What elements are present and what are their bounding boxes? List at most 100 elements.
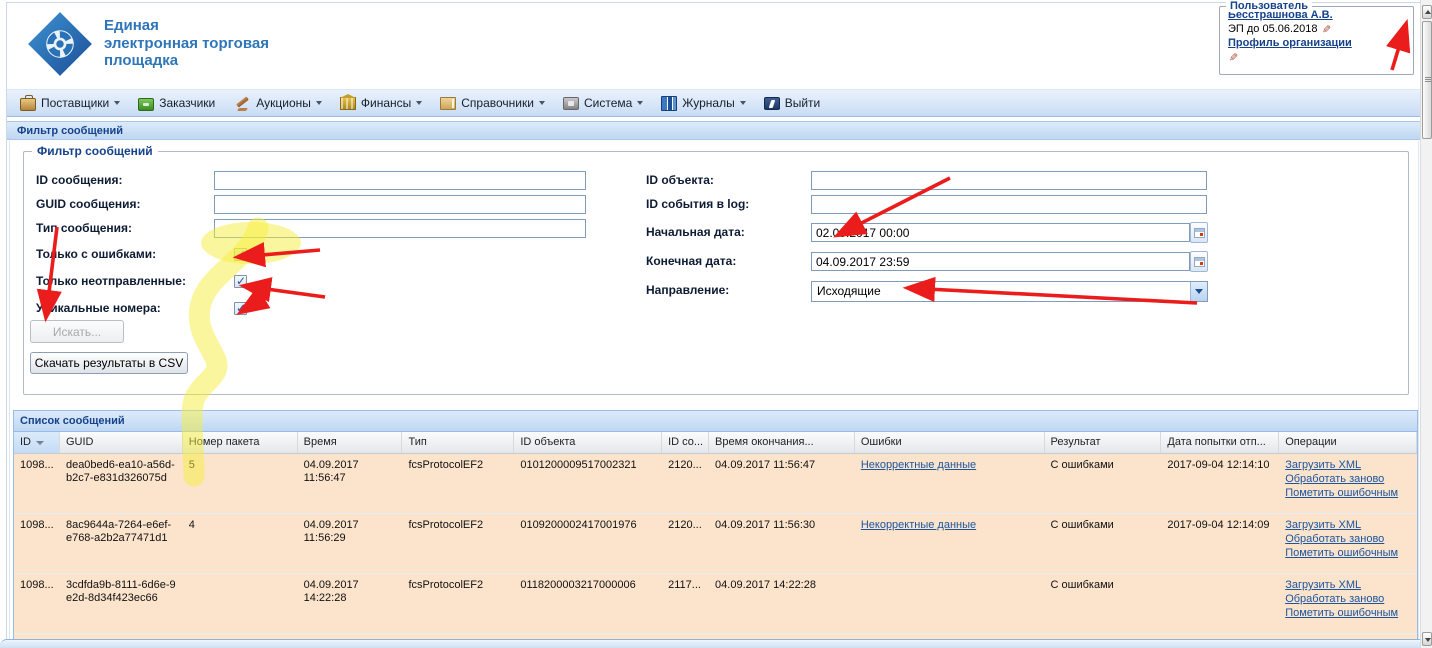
only-unsent-checkbox[interactable] (234, 274, 247, 288)
mark-error-link[interactable]: Пометить ошибочным (1285, 607, 1411, 620)
column-header-guid[interactable]: GUID (60, 432, 183, 453)
reprocess-link[interactable]: Обработать заново (1285, 533, 1411, 546)
chevron-down-icon (637, 101, 644, 105)
cell-guid: 3cdfda9b-8111-6d6e-9e2d-8d34f423ec66 (65, 579, 176, 604)
mark-error-link[interactable]: Пометить ошибочным (1285, 547, 1411, 560)
scrollbar-thumb[interactable] (1422, 21, 1432, 139)
briefcase-green-icon (138, 97, 155, 111)
menu-item-system[interactable]: Система (554, 92, 652, 114)
cell-attempt-date (1161, 574, 1279, 633)
calendar-icon (1193, 227, 1205, 238)
cell-object-id: 0118200003217000006 (520, 579, 636, 591)
bottom-window-edge (0, 639, 1421, 648)
column-header-id-so[interactable]: ID со... (662, 432, 710, 453)
exit-icon (763, 97, 780, 110)
menu-item-logout[interactable]: Выйти (755, 92, 832, 114)
column-header-result[interactable]: Результат (1045, 432, 1162, 453)
chevron-down-icon (416, 101, 423, 105)
reprocess-link[interactable]: Обработать заново (1285, 473, 1411, 486)
cell-type: fcsProtocolEF2 (408, 459, 484, 471)
menu-item-journals[interactable]: Журналы (652, 92, 754, 114)
menu-item-suppliers[interactable]: Поставщики (11, 92, 129, 114)
column-header-operations[interactable]: Операции (1279, 432, 1417, 453)
reprocess-link[interactable]: Обработать заново (1285, 593, 1411, 606)
menu-item-finance[interactable]: Финансы (331, 92, 431, 114)
direction-label: Направление: (646, 283, 730, 297)
scroll-up-button[interactable] (1422, 5, 1432, 19)
scroll-down-button[interactable] (1422, 632, 1432, 646)
log-event-id-label: ID события в log: (646, 197, 750, 211)
gavel-icon (235, 96, 251, 111)
cell-type: fcsProtocolEF2 (408, 519, 484, 531)
user-panel-legend: Пользователь (1226, 0, 1313, 12)
menu-item-customers[interactable]: Заказчики (129, 92, 226, 114)
table-row: 1098... dea0bed6-ea10-a56d-b2c7-e831d326… (14, 454, 1417, 514)
signature-expiry: ЭП до 05.06.2018 (1228, 23, 1318, 35)
end-date-input[interactable] (811, 252, 1190, 271)
unique-numbers-checkbox[interactable] (234, 301, 247, 315)
select-trigger-button[interactable] (1190, 282, 1207, 301)
menu-item-auctions[interactable]: Аукционы (226, 92, 331, 114)
column-header-errors[interactable]: Ошибки (855, 432, 1045, 453)
mark-error-link[interactable]: Пометить ошибочным (1285, 487, 1411, 500)
object-id-input[interactable] (811, 171, 1207, 190)
log-event-id-input[interactable] (811, 195, 1207, 214)
only-errors-label: Только с ошибками: (36, 247, 157, 261)
cell-object-id: 0101200009517002321 (520, 459, 637, 471)
menu-item-directories[interactable]: Справочники (431, 92, 554, 114)
load-xml-link[interactable]: Загрузить XML (1285, 459, 1411, 472)
messages-panel: Список сообщений ID GUID Номер пакета Вр… (13, 410, 1418, 648)
chevron-down-icon (114, 101, 121, 105)
column-header-type[interactable]: Тип (402, 432, 515, 453)
org-profile-link[interactable]: Профиль организации (1228, 37, 1352, 49)
cell-time: 04.09.2017 11:56:47 (303, 459, 359, 484)
message-guid-input[interactable] (214, 195, 586, 214)
edit-pen-icon[interactable]: ✎ (1319, 24, 1331, 33)
vertical-scrollbar[interactable] (1420, 0, 1432, 648)
load-xml-link[interactable]: Загрузить XML (1285, 579, 1411, 592)
user-panel: Пользователь Бесстрашнова А.В. ЭП до 05.… (1219, 0, 1414, 75)
cell-id: 1098... (20, 579, 54, 591)
cell-result: С ошибками (1050, 519, 1114, 531)
message-guid-label: GUID сообщения: (36, 197, 141, 211)
cell-end-time: 04.09.2017 14:22:28 (715, 579, 816, 591)
start-date-input[interactable] (811, 223, 1190, 242)
arrow-down-icon (1425, 638, 1431, 642)
column-header-object-id[interactable]: ID объекта (514, 432, 663, 453)
column-header-end-time[interactable]: Время окончания... (709, 432, 855, 453)
unique-numbers-label: Уникальные номера: (36, 301, 161, 315)
filter-fieldset: Фильтр сообщений ID сообщения: GUID сооб… (23, 144, 1409, 395)
column-header-time[interactable]: Время (298, 432, 403, 453)
cell-attempt-date: 2017-09-04 12:14:10 (1167, 459, 1270, 471)
chevron-down-icon (538, 101, 545, 105)
load-xml-link[interactable]: Загрузить XML (1285, 519, 1411, 532)
message-type-input[interactable] (214, 219, 586, 238)
search-button[interactable]: Искать... (30, 320, 124, 343)
start-date-calendar-button[interactable] (1190, 222, 1208, 243)
cell-id: 1098... (20, 519, 54, 531)
errors-link[interactable]: Некорректные данные (861, 459, 976, 471)
direction-select[interactable]: Исходящие (811, 281, 1208, 302)
cell-guid: dea0bed6-ea10-a56d-b2c7-e831d326075d (65, 459, 175, 484)
cell-package: 4 (188, 519, 195, 531)
cell-id-so: 2120... (668, 519, 702, 531)
start-date-label: Начальная дата: (646, 225, 745, 239)
edit-pen-icon[interactable]: ✎ (1227, 52, 1239, 61)
column-header-id[interactable]: ID (14, 432, 60, 453)
download-csv-button[interactable]: Скачать результаты в CSV (30, 352, 188, 374)
arrow-up-icon (1425, 10, 1431, 14)
end-date-label: Конечная дата: (646, 254, 737, 268)
message-type-label: Тип сообщения: (36, 221, 132, 235)
column-header-package[interactable]: Номер пакета (183, 432, 298, 453)
errors-link[interactable]: Некорректные данные (861, 519, 976, 531)
column-header-attempt-date[interactable]: Дата попытки отп... (1161, 432, 1280, 453)
messages-panel-title: Список сообщений (14, 411, 1417, 432)
end-date-calendar-button[interactable] (1190, 251, 1208, 272)
only-errors-checkbox[interactable] (234, 247, 247, 261)
cell-result: С ошибками (1050, 579, 1114, 591)
cell-id-so: 2120... (668, 459, 702, 471)
only-unsent-label: Только неотправленные: (36, 274, 186, 288)
cell-id: 1098... (20, 459, 54, 471)
message-id-input[interactable] (214, 171, 586, 190)
cell-end-time: 04.09.2017 11:56:30 (715, 519, 816, 531)
